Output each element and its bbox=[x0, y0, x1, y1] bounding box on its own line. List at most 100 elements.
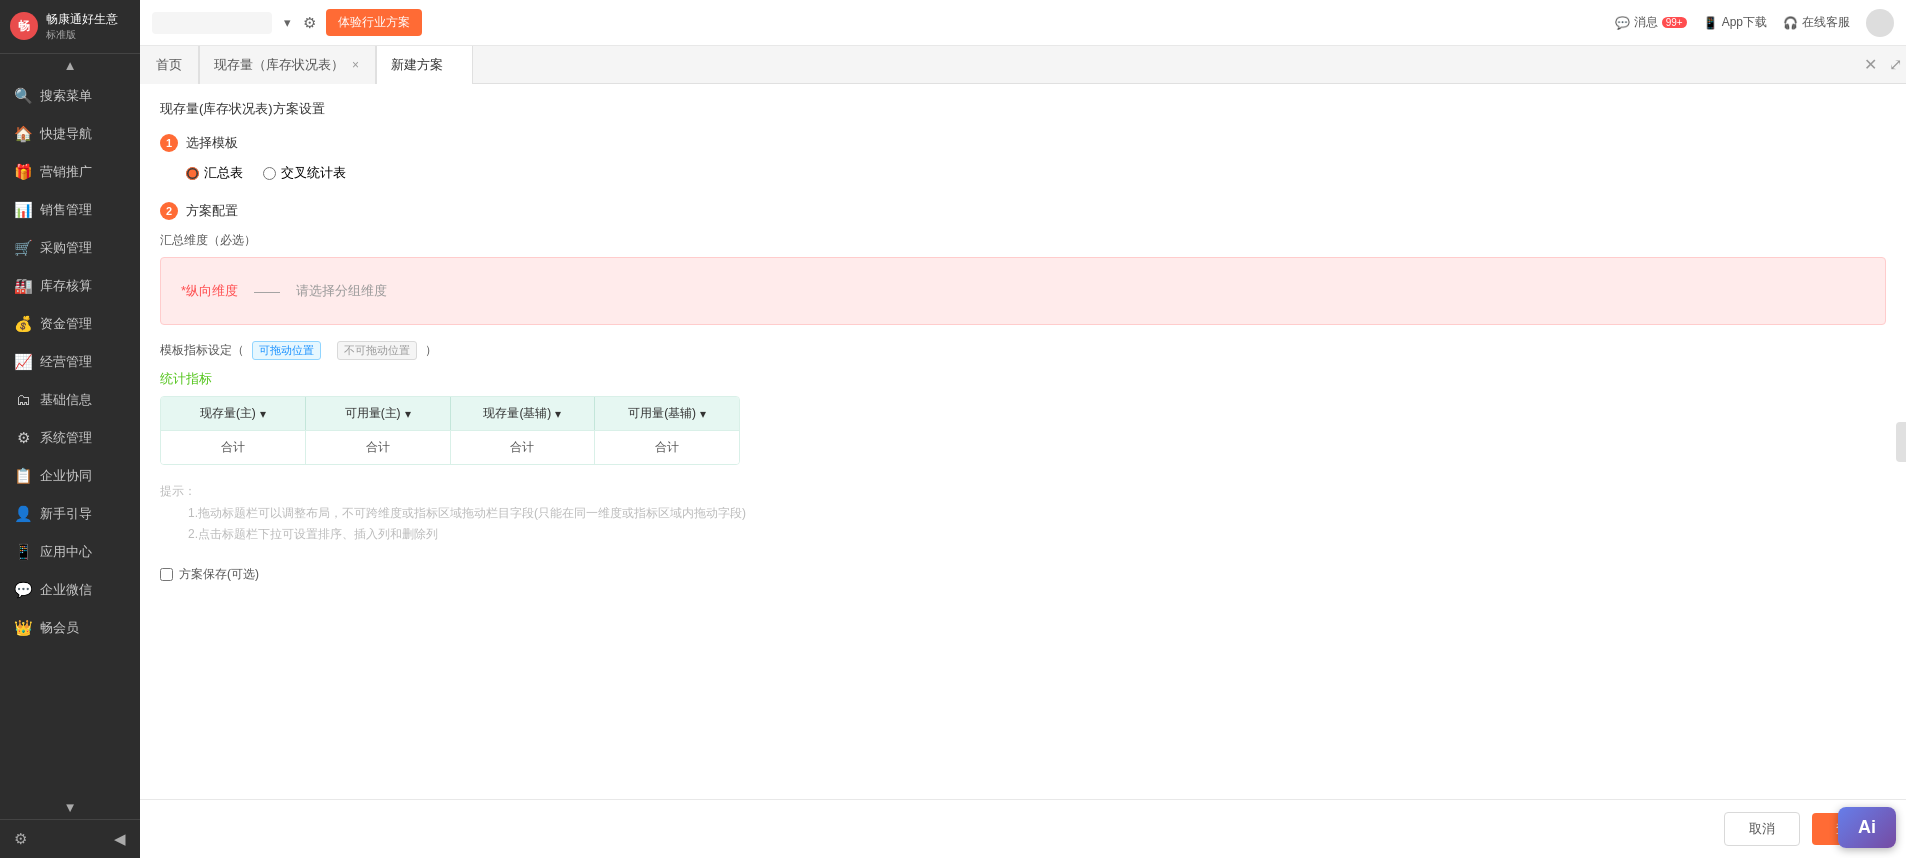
window-controls: ✕ ⤢ bbox=[1860, 53, 1906, 76]
tab-inventory[interactable]: 现存量（库存状况表） × bbox=[200, 46, 376, 84]
page-title: 现存量(库存状况表)方案设置 bbox=[160, 100, 1886, 118]
app-download-btn[interactable]: 📱 App下载 bbox=[1703, 14, 1767, 31]
online-service-btn[interactable]: 🎧 在线客服 bbox=[1783, 14, 1850, 31]
gear-icon: ⚙ bbox=[14, 429, 32, 447]
topbar-dropdown-btn[interactable]: ▾ bbox=[282, 13, 293, 32]
tab-new-plan-close[interactable]: × bbox=[447, 58, 458, 72]
tag-undraggable: 不可拖动位置 bbox=[337, 341, 417, 360]
header-cell-0[interactable]: 现存量(主) ▾ bbox=[161, 397, 306, 430]
tab-inventory-close[interactable]: × bbox=[350, 58, 361, 72]
radio-summary-input[interactable] bbox=[186, 167, 199, 180]
message-icon: 💬 bbox=[1615, 16, 1630, 30]
tag-draggable: 可拖动位置 bbox=[252, 341, 321, 360]
ai-button[interactable]: Ai bbox=[1838, 807, 1896, 848]
sidebar-item-vip[interactable]: 👑 畅会员 bbox=[0, 609, 140, 647]
user-avatar[interactable] bbox=[1866, 9, 1894, 37]
section2-label: 方案配置 bbox=[186, 202, 238, 220]
sidebar-scroll-down[interactable]: ▼ bbox=[0, 796, 140, 819]
header-cell-3[interactable]: 可用量(基辅) ▾ bbox=[595, 397, 739, 430]
stats-table: 现存量(主) ▾ 可用量(主) ▾ 现存量(基辅) ▾ bbox=[160, 396, 740, 465]
cell-0-1: 合计 bbox=[306, 431, 451, 464]
handshake-icon: 📋 bbox=[14, 467, 32, 485]
sidebar: 畅 畅康通好生意 标准版 ▲ 🔍 搜索菜单 🏠 快捷导航 🎁 营销推广 📊 销售… bbox=[0, 0, 140, 858]
cell-0-2: 合计 bbox=[451, 431, 596, 464]
sidebar-item-sales[interactable]: 📊 销售管理 bbox=[0, 191, 140, 229]
sidebar-item-marketing[interactable]: 🎁 营销推广 bbox=[0, 153, 140, 191]
window-expand-btn[interactable]: ⤢ bbox=[1885, 53, 1906, 76]
money-icon: 💰 bbox=[14, 315, 32, 333]
header-cell-1[interactable]: 可用量(主) ▾ bbox=[306, 397, 451, 430]
chart-icon: 📊 bbox=[14, 201, 32, 219]
sidebar-item-purchase[interactable]: 🛒 采购管理 bbox=[0, 229, 140, 267]
sidebar-item-finance[interactable]: 💰 资金管理 bbox=[0, 305, 140, 343]
section1-label: 选择模板 bbox=[186, 134, 238, 152]
cancel-button[interactable]: 取消 bbox=[1724, 812, 1800, 846]
section2-number: 2 bbox=[160, 202, 178, 220]
sidebar-scroll-up[interactable]: ▲ bbox=[0, 54, 140, 77]
sidebar-item-search[interactable]: 🔍 搜索菜单 bbox=[0, 77, 140, 115]
grid-icon: 🗂 bbox=[14, 391, 32, 408]
sidebar-item-inventory[interactable]: 🏭 库存核算 bbox=[0, 267, 140, 305]
messages-badge: 99+ bbox=[1662, 17, 1687, 28]
sidebar-item-basic[interactable]: 🗂 基础信息 bbox=[0, 381, 140, 419]
section2-header: 2 方案配置 bbox=[160, 202, 1886, 220]
sidebar-item-shortcut[interactable]: 🏠 快捷导航 bbox=[0, 115, 140, 153]
dropdown-icon-0: ▾ bbox=[260, 407, 266, 421]
tips-section: 提示： 1.拖动标题栏可以调整布局，不可跨维度或指标区域拖动栏目字段(只能在同一… bbox=[160, 481, 1886, 546]
sidebar-item-operations[interactable]: 📈 经营管理 bbox=[0, 343, 140, 381]
warehouse-icon: 🏭 bbox=[14, 277, 32, 295]
stats-table-header: 现存量(主) ▾ 可用量(主) ▾ 现存量(基辅) ▾ bbox=[161, 397, 739, 430]
sidebar-item-system[interactable]: ⚙ 系统管理 bbox=[0, 419, 140, 457]
sidebar-footer: ⚙ ◀ bbox=[0, 819, 140, 858]
indicator-settings: 模板指标设定（ 可拖动位置 不可拖动位置 ） 统计指标 现存量(主) ▾ bbox=[160, 341, 1886, 465]
section-template: 1 选择模板 汇总表 交叉统计表 bbox=[160, 134, 1886, 182]
tab-home[interactable]: 首页 bbox=[140, 46, 199, 84]
wechat-icon: 💬 bbox=[14, 581, 32, 599]
dimension-placeholder[interactable]: 请选择分组维度 bbox=[296, 282, 387, 300]
collapse-sidebar-btn[interactable]: ◀ bbox=[114, 830, 126, 848]
app-title: 畅康通好生意 标准版 bbox=[46, 12, 118, 41]
radio-crosstab-input[interactable] bbox=[263, 167, 276, 180]
dimension-arrow: —— bbox=[254, 284, 280, 299]
section1-number: 1 bbox=[160, 134, 178, 152]
save-checkbox[interactable] bbox=[160, 568, 173, 581]
gift-icon: 🎁 bbox=[14, 163, 32, 181]
save-option: 方案保存(可选) bbox=[160, 566, 1886, 583]
dropdown-icon-1: ▾ bbox=[405, 407, 411, 421]
cart-icon: 🛒 bbox=[14, 239, 32, 257]
settings-footer-btn[interactable]: ⚙ bbox=[14, 830, 27, 848]
search-input[interactable] bbox=[162, 16, 232, 30]
sidebar-item-apps[interactable]: 📱 应用中心 bbox=[0, 533, 140, 571]
topbar-search-box bbox=[152, 12, 272, 34]
mobile-icon: 📱 bbox=[14, 543, 32, 561]
messages-btn[interactable]: 💬 消息 99+ bbox=[1615, 14, 1687, 31]
radio-summary[interactable]: 汇总表 bbox=[186, 164, 243, 182]
dropdown-icon-3: ▾ bbox=[700, 407, 706, 421]
indicator-settings-label: 模板指标设定（ 可拖动位置 不可拖动位置 ） bbox=[160, 341, 1886, 360]
radio-crosstab[interactable]: 交叉统计表 bbox=[263, 164, 346, 182]
topbar-gear-btn[interactable]: ⚙ bbox=[303, 14, 316, 32]
topbar-right: 💬 消息 99+ 📱 App下载 🎧 在线客服 bbox=[1615, 9, 1894, 37]
table-row-0: 合计 合计 合计 合计 bbox=[161, 430, 739, 464]
search-icon: 🔍 bbox=[14, 87, 32, 105]
headset-icon: 🎧 bbox=[1783, 16, 1798, 30]
section1-header: 1 选择模板 bbox=[160, 134, 1886, 152]
tabbar: 首页 现存量（库存状况表） × 新建方案 × ✕ ⤢ bbox=[140, 46, 1906, 84]
sidebar-item-newbie[interactable]: 👤 新手引导 bbox=[0, 495, 140, 533]
tab-new-plan[interactable]: 新建方案 × bbox=[377, 46, 473, 84]
header-cell-2[interactable]: 现存量(基辅) ▾ bbox=[451, 397, 596, 430]
stats-section-label: 统计指标 bbox=[160, 370, 1886, 388]
sidebar-item-enterprise[interactable]: 📋 企业协同 bbox=[0, 457, 140, 495]
template-options: 汇总表 交叉统计表 bbox=[186, 164, 1886, 182]
window-close-btn[interactable]: ✕ bbox=[1860, 53, 1881, 76]
user-icon: 👤 bbox=[14, 505, 32, 523]
dropdown-icon-2: ▾ bbox=[555, 407, 561, 421]
page-content: 现存量(库存状况表)方案设置 1 选择模板 汇总表 交叉统计表 bbox=[140, 84, 1906, 799]
experience-btn[interactable]: 体验行业方案 bbox=[326, 9, 422, 36]
resize-handle[interactable] bbox=[1896, 422, 1906, 462]
app-logo: 畅 bbox=[10, 12, 38, 40]
dimension-box: *纵向维度 —— 请选择分组维度 bbox=[160, 257, 1886, 325]
sidebar-item-wechat[interactable]: 💬 企业微信 bbox=[0, 571, 140, 609]
topbar: ▾ ⚙ 体验行业方案 💬 消息 99+ 📱 App下载 🎧 在线客服 bbox=[140, 0, 1906, 46]
aggregation-label: 汇总维度（必选） bbox=[160, 232, 1886, 249]
